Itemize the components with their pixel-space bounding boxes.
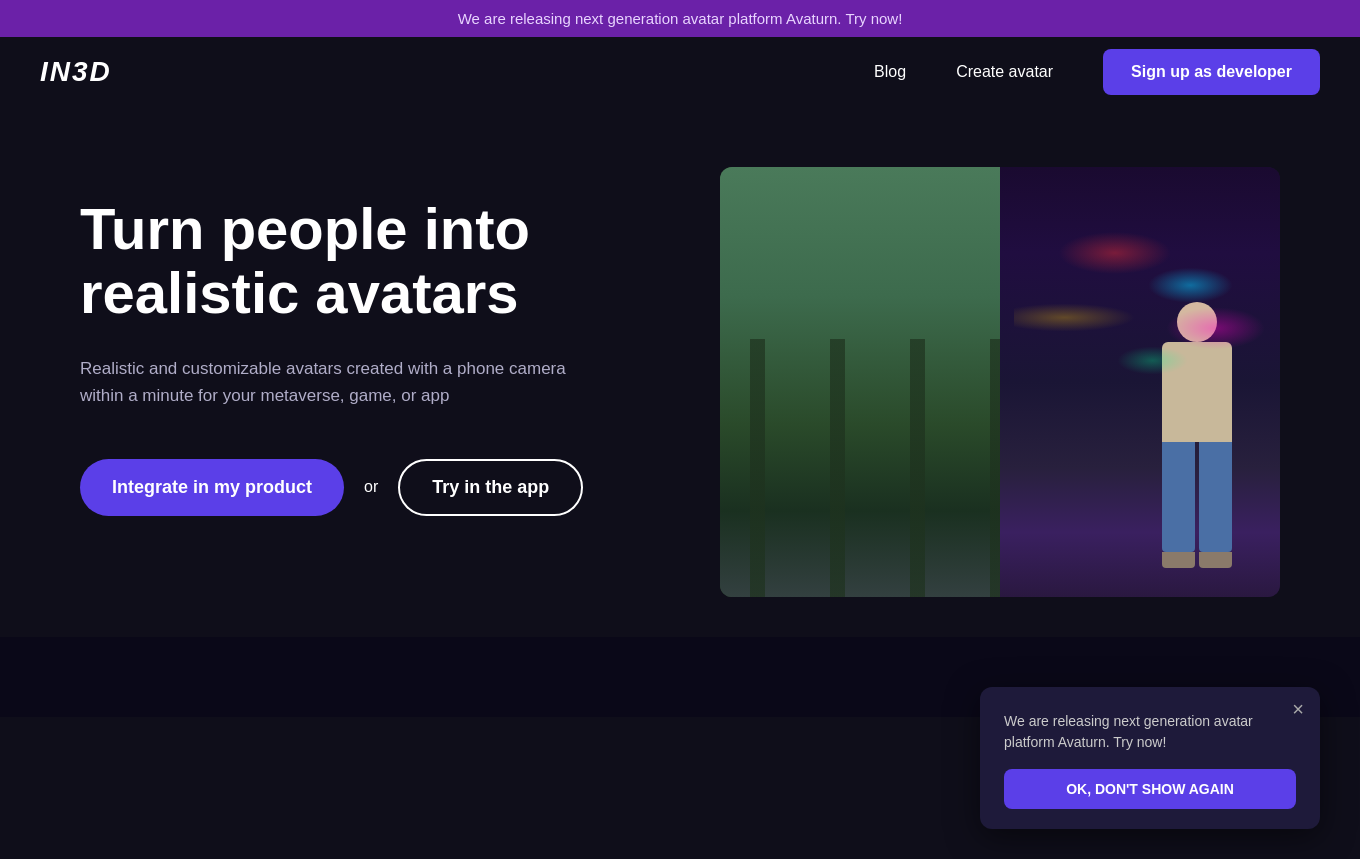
signup-developer-button[interactable]: Sign up as developer	[1103, 49, 1320, 95]
hero-image	[720, 167, 1280, 597]
banner-text: We are releasing next generation avatar …	[458, 10, 903, 27]
nav-blog[interactable]: Blog	[874, 63, 906, 81]
avatar-left-foot	[1162, 552, 1195, 568]
avatar-figure	[1142, 297, 1252, 597]
popup-text: We are releasing next generation avatar …	[1004, 711, 1296, 753]
neon-city-scene	[1000, 167, 1280, 597]
hero-title: Turn people into realistic avatars	[80, 197, 660, 325]
announcement-banner[interactable]: We are releasing next generation avatar …	[0, 0, 1360, 37]
popup-dismiss-button[interactable]: OK, DON'T SHOW AGAIN	[1004, 769, 1296, 809]
avatar-legs	[1162, 442, 1232, 552]
popup-notification: × We are releasing next generation avata…	[980, 687, 1320, 829]
try-app-button[interactable]: Try in the app	[398, 459, 583, 516]
navbar: IN3D Blog Create avatar Sign up as devel…	[0, 37, 1360, 107]
avatar-left-leg	[1162, 442, 1195, 552]
logo[interactable]: IN3D	[40, 56, 112, 88]
or-separator: or	[364, 478, 378, 496]
avatar-head	[1177, 302, 1217, 342]
avatar-right-foot	[1199, 552, 1232, 568]
hero-content: Turn people into realistic avatars Reali…	[80, 167, 660, 516]
popup-close-button[interactable]: ×	[1292, 699, 1304, 719]
hero-section: Turn people into realistic avatars Reali…	[0, 107, 1360, 637]
avatar-feet	[1162, 552, 1232, 568]
avatar-right-leg	[1199, 442, 1232, 552]
nav-create-avatar[interactable]: Create avatar	[956, 63, 1053, 81]
avatar-body	[1162, 342, 1232, 442]
nav-links: Blog Create avatar Sign up as developer	[874, 49, 1320, 95]
outdoor-scene	[720, 167, 1000, 597]
integrate-button[interactable]: Integrate in my product	[80, 459, 344, 516]
hero-buttons: Integrate in my product or Try in the ap…	[80, 459, 660, 516]
hero-description: Realistic and customizable avatars creat…	[80, 355, 580, 409]
